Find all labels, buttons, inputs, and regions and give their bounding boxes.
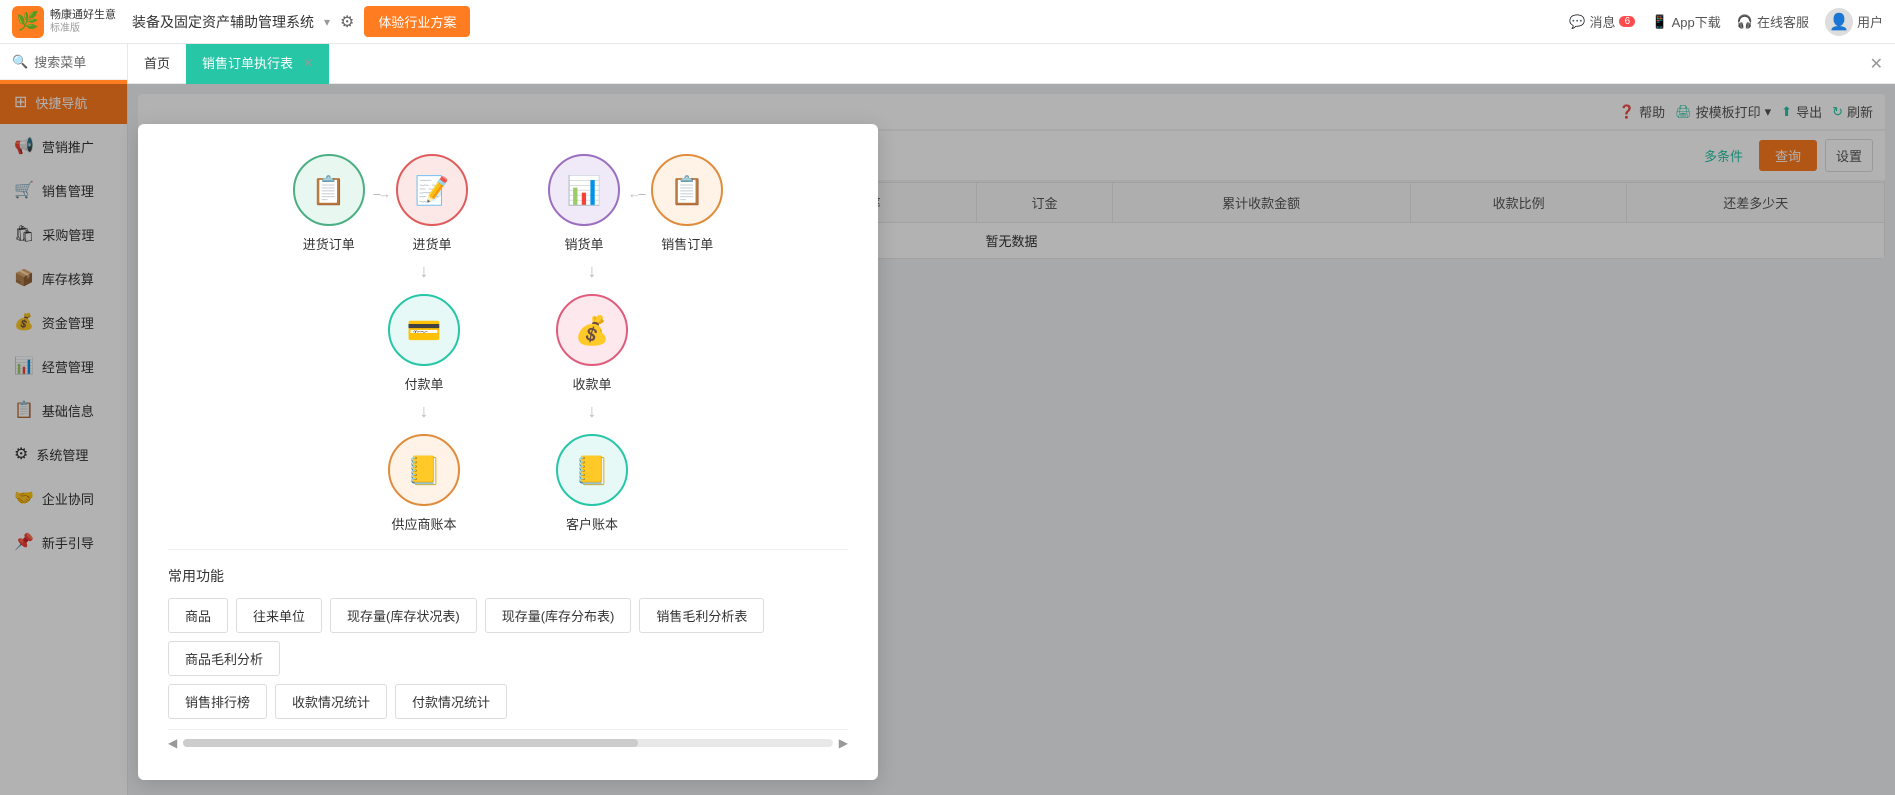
flow-item-purchase-bill[interactable]: 📝 进货单 [396,154,468,253]
sale-bill-label: 销货单 [564,234,603,253]
system-title: 装备及固定资产辅助管理系统 [132,12,314,32]
common-functions-section: 常用功能 商品往来单位现存量(库存状况表)现存量(库存分布表)销售毛利分析表商品… [168,549,848,719]
modal-box: 📋 进货订单 - - -→ 📝 进货单 [138,124,878,780]
logo-area: 🌿 畅康通好生意 标准版 [12,6,122,38]
online-service-button[interactable]: 🎧 在线客服 [1737,12,1809,31]
tab-sales-order-exec[interactable]: 销售订单执行表 ✕ [186,44,329,84]
scroll-left-arrow[interactable]: ◀ [168,736,177,750]
tab-home[interactable]: 首页 [128,44,186,84]
customer-ledger-icon: 📒 [556,434,628,506]
supplier-ledger-icon: 📒 [388,434,460,506]
sale-order-label: 销售订单 [661,234,713,253]
func-button-2[interactable]: 现存量(库存状况表) [330,598,477,633]
app-icon: 📱 [1651,14,1667,30]
down-arrow-1: ↓ [420,261,429,282]
func-button-0[interactable]: 商品 [168,598,228,633]
modal-overlay: 📋 进货订单 - - -→ 📝 进货单 [0,84,1895,795]
down-arrow-4: ↓ [588,401,597,422]
scroll-right-arrow[interactable]: ▶ [839,736,848,750]
func-button-5[interactable]: 商品毛利分析 [168,641,280,676]
func-button-1[interactable]: 往来单位 [236,598,322,633]
flow-middle-row: ↓ 💳 付款单 ↓ 💰 收款单 [168,261,848,393]
func-button-3[interactable]: 现存量(库存分布表) [485,598,632,633]
sale-order-icon: 📋 [651,154,723,226]
tab-items: 首页 销售订单执行表 ✕ [128,44,1858,84]
service-icon: 🎧 [1737,14,1753,30]
func-buttons-row1: 商品往来单位现存量(库存状况表)现存量(库存分布表)销售毛利分析表商品毛利分析 [168,598,848,676]
tab-label-sales-order-exec: 销售订单执行表 [202,53,293,72]
func-button-8[interactable]: 付款情况统计 [395,684,507,719]
payment-label: 付款单 [404,374,443,393]
purchase-order-label: 进货订单 [303,234,355,253]
tab-label-home: 首页 [144,53,170,72]
sale-bill-icon: 📊 [548,154,620,226]
flow-item-purchase-order[interactable]: 📋 进货订单 [293,154,365,253]
func-button-6[interactable]: 销售排行榜 [168,684,267,719]
page-content: ❓ 帮助 🖨 按模板打印 ▾ ⬆ 导出 ↻ 刷新 [128,84,1895,795]
tab-bar: 首页 销售订单执行表 ✕ ✕ [128,44,1895,84]
message-button[interactable]: 💬 消息 6 [1569,12,1635,31]
receipt-icon: 💰 [556,294,628,366]
purchase-bill-label: 进货单 [412,234,451,253]
flow-col-customer: ↓ 📒 客户账本 [556,401,628,533]
receipt-label: 收款单 [572,374,611,393]
main-area: 🔍 搜索菜单 ⊞快捷导航📢营销推广🛒销售管理🛍采购管理📦库存核算💰资金管理📊经营… [0,44,1895,795]
trial-button[interactable]: 体验行业方案 [364,6,470,37]
func-button-7[interactable]: 收款情况统计 [275,684,387,719]
top-bar: 🌿 畅康通好生意 标准版 装备及固定资产辅助管理系统 ▾ ⚙ 体验行业方案 💬 … [0,0,1895,44]
arrow-1: - - -→ [365,186,396,201]
message-icon: 💬 [1569,14,1585,30]
payment-icon: 💳 [388,294,460,366]
user-area[interactable]: 👤 用户 [1825,8,1883,36]
logo-icon: 🌿 [12,6,44,38]
search-icon: 🔍 [12,54,28,70]
arrow-2: ←- - - [620,186,651,201]
flow-bottom-row: ↓ 📒 供应商账本 ↓ 📒 客户账本 [168,401,848,533]
purchase-bill-icon: 📝 [396,154,468,226]
scroll-thumb [183,739,638,747]
message-badge: 6 [1619,16,1635,27]
flow-col-receipt: ↓ 💰 收款单 [556,261,628,393]
down-arrow-3: ↓ [420,401,429,422]
supplier-ledger-label: 供应商账本 [391,514,456,533]
scroll-bar-area: ◀ ▶ [168,729,848,750]
purchase-order-icon: 📋 [293,154,365,226]
flow-item-sale-order[interactable]: 📋 销售订单 [651,154,723,253]
common-functions-title: 常用功能 [168,566,848,586]
search-menu[interactable]: 🔍 搜索菜单 [0,44,127,80]
user-avatar: 👤 [1825,8,1853,36]
tab-close-sales-order-exec[interactable]: ✕ [303,56,313,70]
app-container: 🌿 畅康通好生意 标准版 装备及固定资产辅助管理系统 ▾ ⚙ 体验行业方案 💬 … [0,0,1895,795]
flow-col-supplier: ↓ 📒 供应商账本 [388,401,460,533]
top-right-area: 💬 消息 6 📱 App下载 🎧 在线客服 👤 用户 [1569,8,1883,36]
app-download-button[interactable]: 📱 App下载 [1651,12,1720,31]
flow-top-row: 📋 进货订单 - - -→ 📝 进货单 [168,154,848,253]
func-button-4[interactable]: 销售毛利分析表 [639,598,764,633]
flow-item-sale-bill[interactable]: 📊 销货单 [548,154,620,253]
customer-ledger-label: 客户账本 [566,514,618,533]
content-area: 首页销售订单执行表✕ ✕ ❓ 帮助 🖨 按模板打印 ▾ [128,44,1895,795]
func-buttons-row2: 销售排行榜收款情况统计付款情况统计 [168,684,848,719]
flow-col-payment: ↓ 💳 付款单 [388,261,460,393]
settings-icon[interactable]: ⚙ [340,12,354,32]
dropdown-arrow-icon[interactable]: ▾ [324,15,330,29]
scroll-track[interactable] [183,739,833,747]
logo-text: 畅康通好生意 标准版 [50,8,116,35]
tab-end-close-button[interactable]: ✕ [1858,54,1895,74]
down-arrow-2: ↓ [588,261,597,282]
